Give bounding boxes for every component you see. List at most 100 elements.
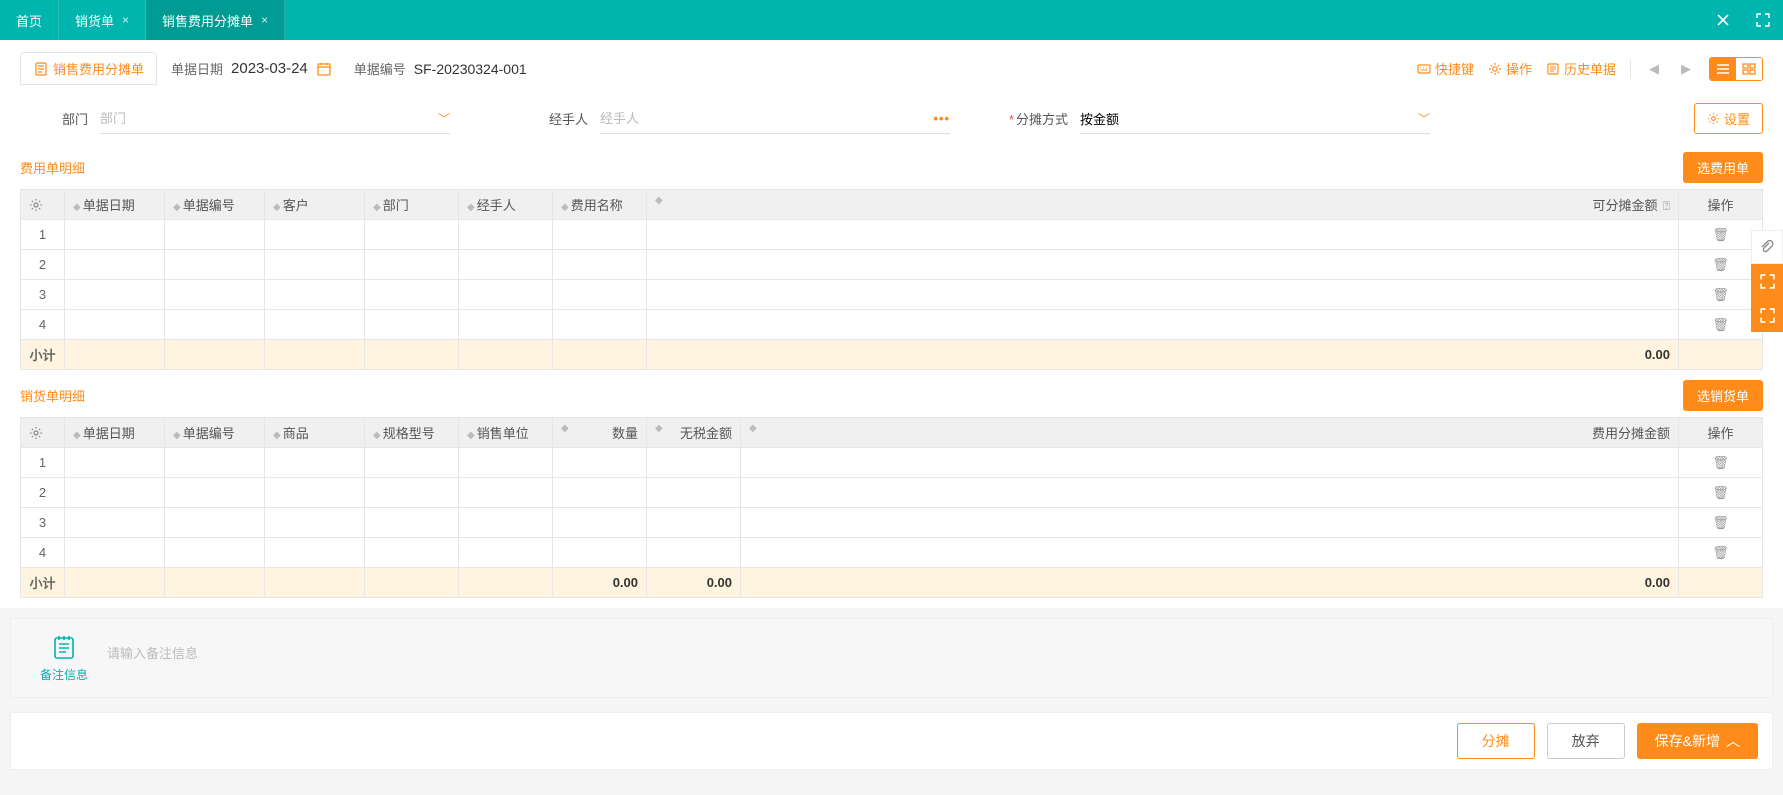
calendar-icon[interactable] <box>316 61 332 77</box>
delete-icon[interactable]: 🗑 <box>1712 317 1729 332</box>
close-all-tabs-button[interactable] <box>1703 0 1743 40</box>
view-card-button[interactable] <box>1736 58 1762 80</box>
col-date[interactable]: ◆单据日期 <box>65 190 165 220</box>
method-label: *分摊方式 <box>1000 109 1080 128</box>
chevron-down-icon[interactable]: ﹀ <box>1418 110 1430 127</box>
table-row[interactable]: 2🗑 <box>21 250 1763 280</box>
col-docno[interactable]: ◆单据编号 <box>165 190 265 220</box>
delete-icon[interactable]: 🗑 <box>1712 227 1729 242</box>
discard-button[interactable]: 放弃 <box>1547 723 1625 759</box>
table-row[interactable]: 4🗑 <box>21 538 1763 568</box>
table-row[interactable]: 3🗑 <box>21 280 1763 310</box>
dept-label: 部门 <box>20 109 100 128</box>
delete-icon[interactable]: 🗑 <box>1712 545 1729 560</box>
sort-icon: ◆ <box>655 195 661 206</box>
next-doc-button[interactable]: ▶ <box>1677 61 1695 77</box>
col-qty[interactable]: ◆数量 <box>553 418 647 448</box>
delete-icon[interactable]: 🗑 <box>1712 455 1729 470</box>
subtotal-label: 小计 <box>21 568 65 598</box>
sort-icon: ◆ <box>749 423 755 434</box>
sort-icon: ◆ <box>467 430 473 441</box>
sort-icon: ◆ <box>73 430 79 441</box>
table-row[interactable]: 1🗑 <box>21 220 1763 250</box>
table-row[interactable]: 3🗑 <box>21 508 1763 538</box>
settings-label: 设置 <box>1724 109 1750 128</box>
col-product[interactable]: ◆商品 <box>265 418 365 448</box>
col-amount[interactable]: ◆无税金额 <box>647 418 741 448</box>
remark-input[interactable] <box>99 633 1754 683</box>
table-row[interactable]: 1🗑 <box>21 448 1763 478</box>
allocate-button[interactable]: 分摊 <box>1457 723 1535 759</box>
help-icon[interactable]: ⍰ <box>1659 199 1670 213</box>
document-type-tab[interactable]: 销售费用分摊单 <box>20 52 157 85</box>
dept-input[interactable] <box>100 111 434 126</box>
col-fee-name[interactable]: ◆费用名称 <box>553 190 647 220</box>
shortcut-link[interactable]: 快捷键 <box>1417 59 1474 78</box>
col-spec[interactable]: ◆规格型号 <box>365 418 459 448</box>
delete-icon[interactable]: 🗑 <box>1712 515 1729 530</box>
attachment-button[interactable] <box>1751 230 1783 264</box>
delete-icon[interactable]: 🗑 <box>1712 287 1729 302</box>
subtotal-value: 0.00 <box>647 340 1679 370</box>
handler-label: 经手人 <box>520 109 600 128</box>
view-list-button[interactable] <box>1710 58 1736 80</box>
sort-icon: ◆ <box>655 423 661 434</box>
footer-bar: 分摊 放弃 保存&新增 ︿ <box>10 712 1773 770</box>
close-icon[interactable]: × <box>122 13 129 27</box>
history-link[interactable]: 历史单据 <box>1546 59 1616 78</box>
col-customer[interactable]: ◆客户 <box>265 190 365 220</box>
table-row[interactable]: 2🗑 <box>21 478 1763 508</box>
sort-icon: ◆ <box>173 430 179 441</box>
delete-icon[interactable]: 🗑 <box>1712 257 1729 272</box>
select-sales-button[interactable]: 选销货单 <box>1683 380 1763 411</box>
chevron-down-icon[interactable]: ﹀ <box>438 110 450 127</box>
table-row[interactable]: 4🗑 <box>21 310 1763 340</box>
col-fee-alloc[interactable]: ◆费用分摊金额 <box>741 418 1679 448</box>
expand-button-2[interactable] <box>1751 298 1783 332</box>
col-unit[interactable]: ◆销售单位 <box>459 418 553 448</box>
date-value[interactable]: 2023-03-24 <box>231 60 308 77</box>
fullscreen-button[interactable] <box>1743 0 1783 40</box>
tab-allocation[interactable]: 销售费用分摊单× <box>146 0 285 40</box>
expense-table: ◆单据日期 ◆单据编号 ◆客户 ◆部门 ◆经手人 ◆费用名称 ◆可分摊金额 ⍰ … <box>20 189 1763 370</box>
table-settings-button[interactable] <box>21 418 65 448</box>
sales-section-title: 销货单明细 <box>20 386 85 405</box>
keyboard-icon <box>1417 62 1431 76</box>
side-tools <box>1751 230 1783 332</box>
method-select[interactable] <box>1080 111 1414 126</box>
operate-link[interactable]: 操作 <box>1488 59 1532 78</box>
notes-icon <box>50 634 78 662</box>
col-date[interactable]: ◆单据日期 <box>65 418 165 448</box>
tab-home[interactable]: 首页 <box>0 0 59 40</box>
expand-button[interactable] <box>1751 264 1783 298</box>
tab-sales-order-label: 销货单 <box>75 11 114 30</box>
col-dept[interactable]: ◆部门 <box>365 190 459 220</box>
col-op: 操作 <box>1679 190 1763 220</box>
handler-input[interactable] <box>600 111 933 126</box>
sort-icon: ◆ <box>373 202 379 213</box>
operate-label: 操作 <box>1506 59 1532 78</box>
history-icon <box>1546 62 1560 76</box>
col-handler[interactable]: ◆经手人 <box>459 190 553 220</box>
sort-icon: ◆ <box>73 202 79 213</box>
document-icon <box>33 61 49 77</box>
prev-doc-button[interactable]: ◀ <box>1645 61 1663 77</box>
save-new-button[interactable]: 保存&新增 ︿ <box>1637 723 1758 759</box>
docno-value: SF-20230324-001 <box>414 61 527 77</box>
select-expense-button[interactable]: 选费用单 <box>1683 152 1763 183</box>
more-icon[interactable]: ••• <box>933 111 950 126</box>
close-icon[interactable]: × <box>261 13 268 27</box>
sort-icon: ◆ <box>273 202 279 213</box>
col-docno[interactable]: ◆单据编号 <box>165 418 265 448</box>
sales-detail-section: 销货单明细 选销货单 ◆单据日期 ◆单据编号 ◆商品 ◆规格型号 ◆销售单位 ◆… <box>0 380 1783 608</box>
remark-section: 备注信息 <box>10 618 1773 698</box>
delete-icon[interactable]: 🗑 <box>1712 485 1729 500</box>
document-type-label: 销售费用分摊单 <box>53 59 144 78</box>
tab-sales-order[interactable]: 销货单 × <box>59 0 146 40</box>
table-settings-button[interactable] <box>21 190 65 220</box>
amount-total: 0.00 <box>647 568 741 598</box>
sort-icon: ◆ <box>373 430 379 441</box>
settings-button[interactable]: 设置 <box>1694 103 1763 134</box>
col-allocatable[interactable]: ◆可分摊金额 ⍰ <box>647 190 1679 220</box>
sort-icon: ◆ <box>273 430 279 441</box>
